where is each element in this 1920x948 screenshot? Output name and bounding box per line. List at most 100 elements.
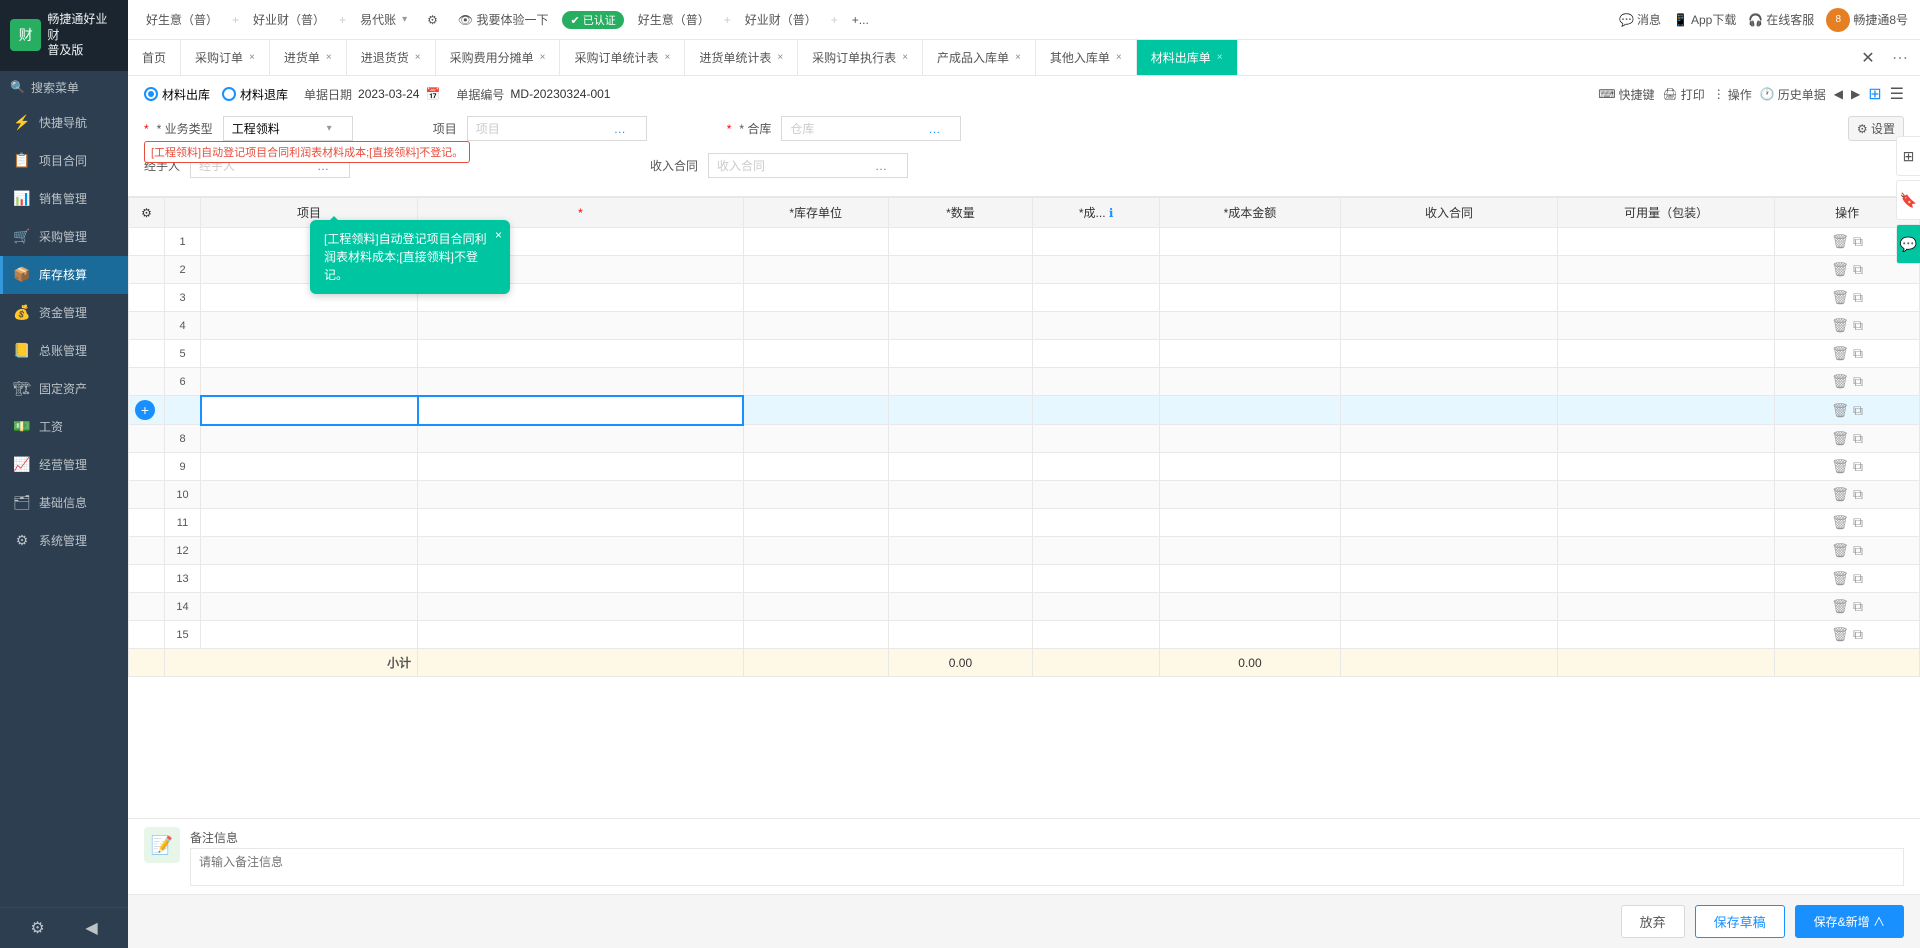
tab-finished-goods[interactable]: 产成品入库单 × xyxy=(923,40,1036,76)
save-new-btn[interactable]: 保存&新增 ∧ xyxy=(1795,905,1904,938)
copy-row-btn[interactable]: ⧉ xyxy=(1853,430,1863,447)
project-link-icon[interactable]: … xyxy=(614,122,626,136)
sidebar-item-salary[interactable]: 💵 工资 xyxy=(0,408,128,446)
copy-row-btn[interactable]: ⧉ xyxy=(1853,289,1863,306)
shortcut-btn[interactable]: ⌨ 快捷键 xyxy=(1598,86,1654,103)
copy-row-btn[interactable]: ⧉ xyxy=(1853,317,1863,334)
history-btn[interactable]: 🕐 历史单据 xyxy=(1760,86,1826,103)
copy-row-btn[interactable]: ⧉ xyxy=(1853,598,1863,615)
topbar-try-btn[interactable]: 👁 我要体验一下 xyxy=(452,7,555,32)
warehouse-link-icon[interactable]: … xyxy=(928,122,940,136)
copy-row-btn[interactable]: ⧉ xyxy=(1853,570,1863,587)
tab-incoming[interactable]: 进货单 × xyxy=(270,40,347,76)
topbar-good-biz2[interactable]: 好生意（普） xyxy=(632,7,716,32)
delete-row-btn[interactable]: 🗑 xyxy=(1831,626,1849,643)
topbar-haoyecai2[interactable]: 好业财（普） xyxy=(739,7,823,32)
topbar-nav-haoshengyi[interactable]: 好生意（普） xyxy=(140,7,224,32)
remarks-input[interactable] xyxy=(190,848,1904,886)
sidebar-item-basic[interactable]: 🗂 基础信息 xyxy=(0,484,128,522)
tab-purchase-expense[interactable]: 采购费用分摊单 × xyxy=(436,40,561,76)
tab-material-outbound[interactable]: 材料出库单 × xyxy=(1137,40,1238,76)
radio-material-outbound[interactable]: 材料出库 xyxy=(144,86,210,103)
business-type-select[interactable]: 工程领料 ▾ xyxy=(223,116,353,141)
delete-row-btn[interactable]: 🗑 xyxy=(1831,514,1849,531)
sidebar-item-assets[interactable]: 🏗 固定资产 xyxy=(0,370,128,408)
delete-row-btn[interactable]: 🗑 xyxy=(1831,261,1849,278)
operations-btn[interactable]: ⋮ 操作 xyxy=(1713,86,1752,103)
sidebar-settings-btn[interactable]: ⚙ xyxy=(30,918,44,938)
edge-icon-chat[interactable]: 💬 xyxy=(1896,224,1920,264)
copy-row-btn[interactable]: ⧉ xyxy=(1853,626,1863,643)
add-row-btn[interactable]: + xyxy=(135,400,155,420)
tab-purchase-exec[interactable]: 采购订单执行表 × xyxy=(798,40,923,76)
tab-other-inbound[interactable]: 其他入库单 × xyxy=(1036,40,1137,76)
topbar-settings-icon[interactable]: ⚙ xyxy=(421,9,444,31)
copy-row-btn[interactable]: ⧉ xyxy=(1853,542,1863,559)
copy-row-btn[interactable]: ⧉ xyxy=(1853,261,1863,278)
tab-return-goods[interactable]: 进退货货 × xyxy=(347,40,436,76)
cost-info-icon[interactable]: ℹ xyxy=(1109,206,1114,220)
sidebar-search[interactable]: 🔍 搜索菜单 xyxy=(0,71,128,104)
discard-btn[interactable]: 放弃 xyxy=(1621,905,1685,938)
nav-next-btn[interactable]: ▶ xyxy=(1851,87,1860,101)
tab-home[interactable]: 首页 xyxy=(128,40,181,76)
warehouse-select[interactable]: 仓库 … xyxy=(781,116,961,141)
sidebar-item-system[interactable]: ⚙ 系统管理 xyxy=(0,522,128,560)
sidebar-item-quicknav[interactable]: ⚡ 快捷导航 xyxy=(0,104,128,142)
delete-row-btn[interactable]: 🗑 xyxy=(1831,542,1849,559)
save-draft-btn[interactable]: 保存草稿 xyxy=(1695,905,1785,938)
view-mode-grid[interactable]: ⊞ xyxy=(1868,84,1881,104)
topbar-app-download[interactable]: 📱 App下载 xyxy=(1673,11,1736,28)
sidebar-item-operations[interactable]: 📈 经营管理 xyxy=(0,446,128,484)
tab-incoming-stats[interactable]: 进货单统计表 × xyxy=(685,40,798,76)
tab-close-all[interactable]: ✕ xyxy=(1856,46,1880,70)
delete-row-btn[interactable]: 🗑 xyxy=(1831,430,1849,447)
radio-material-return[interactable]: 材料退库 xyxy=(222,86,288,103)
calendar-icon[interactable]: 📅 xyxy=(425,87,440,101)
delete-row-btn[interactable]: 🗑 xyxy=(1831,289,1849,306)
tooltip-close-btn[interactable]: × xyxy=(495,226,502,244)
topbar-nav-yidaizhang[interactable]: 易代账 ▾ xyxy=(354,7,413,32)
copy-row-btn[interactable]: ⧉ xyxy=(1853,402,1863,419)
edge-icon-grid[interactable]: ⊞ xyxy=(1896,136,1920,176)
copy-row-btn[interactable]: ⧉ xyxy=(1853,373,1863,390)
delete-row-btn[interactable]: 🗑 xyxy=(1831,402,1849,419)
delete-row-btn[interactable]: 🗑 xyxy=(1831,570,1849,587)
delete-row-btn[interactable]: 🗑 xyxy=(1831,598,1849,615)
nav-prev-btn[interactable]: ◀ xyxy=(1834,87,1843,101)
print-btn[interactable]: 🖨 打印 xyxy=(1663,86,1705,103)
sidebar-item-inventory[interactable]: 📦 库存核算 xyxy=(0,256,128,294)
copy-row-btn[interactable]: ⧉ xyxy=(1853,233,1863,250)
delete-row-btn[interactable]: 🗑 xyxy=(1831,486,1849,503)
delete-row-btn[interactable]: 🗑 xyxy=(1831,373,1849,390)
income-contract-link-icon[interactable]: … xyxy=(875,159,887,173)
sidebar-item-finance[interactable]: 💰 资金管理 xyxy=(0,294,128,332)
form-date-value[interactable]: 2023-03-24 xyxy=(358,87,419,101)
copy-row-btn[interactable]: ⧉ xyxy=(1853,345,1863,362)
sidebar-collapse-btn[interactable]: ◀ xyxy=(85,918,97,938)
delete-row-btn[interactable]: 🗑 xyxy=(1831,345,1849,362)
tab-scroll-right[interactable]: ⋯ xyxy=(1880,40,1920,76)
tab-purchase-order[interactable]: 采购订单 × xyxy=(181,40,270,76)
copy-row-btn[interactable]: ⧉ xyxy=(1853,514,1863,531)
col-settings[interactable]: ⚙ xyxy=(129,198,165,228)
delete-row-btn[interactable]: 🗑 xyxy=(1831,317,1849,334)
topbar-more[interactable]: +... xyxy=(846,9,875,31)
sidebar-item-project[interactable]: 📋 项目合同 xyxy=(0,142,128,180)
topbar-nav-haoyecai[interactable]: 好业财（普） xyxy=(247,7,331,32)
project-select[interactable]: 项目 … xyxy=(467,116,647,141)
view-mode-list[interactable]: ☰ xyxy=(1890,84,1904,104)
tab-purchase-stats[interactable]: 采购订单统计表 × xyxy=(560,40,685,76)
sidebar-item-accounting[interactable]: 📒 总账管理 xyxy=(0,332,128,370)
copy-row-btn[interactable]: ⧉ xyxy=(1853,458,1863,475)
delete-row-btn[interactable]: 🗑 xyxy=(1831,233,1849,250)
edge-icon-bookmark[interactable]: 🔖 xyxy=(1896,180,1920,220)
serial-value[interactable]: MD-20230324-001 xyxy=(510,87,610,101)
copy-row-btn[interactable]: ⧉ xyxy=(1853,486,1863,503)
sidebar-item-purchase[interactable]: 🛒 采购管理 xyxy=(0,218,128,256)
topbar-message[interactable]: 💬 消息 xyxy=(1619,11,1661,28)
topbar-user[interactable]: 8 畅捷通8号 xyxy=(1826,8,1908,32)
topbar-online-service[interactable]: 🎧 在线客服 xyxy=(1748,11,1814,28)
income-contract-select[interactable]: 收入合同 … xyxy=(708,153,908,178)
delete-row-btn[interactable]: 🗑 xyxy=(1831,458,1849,475)
